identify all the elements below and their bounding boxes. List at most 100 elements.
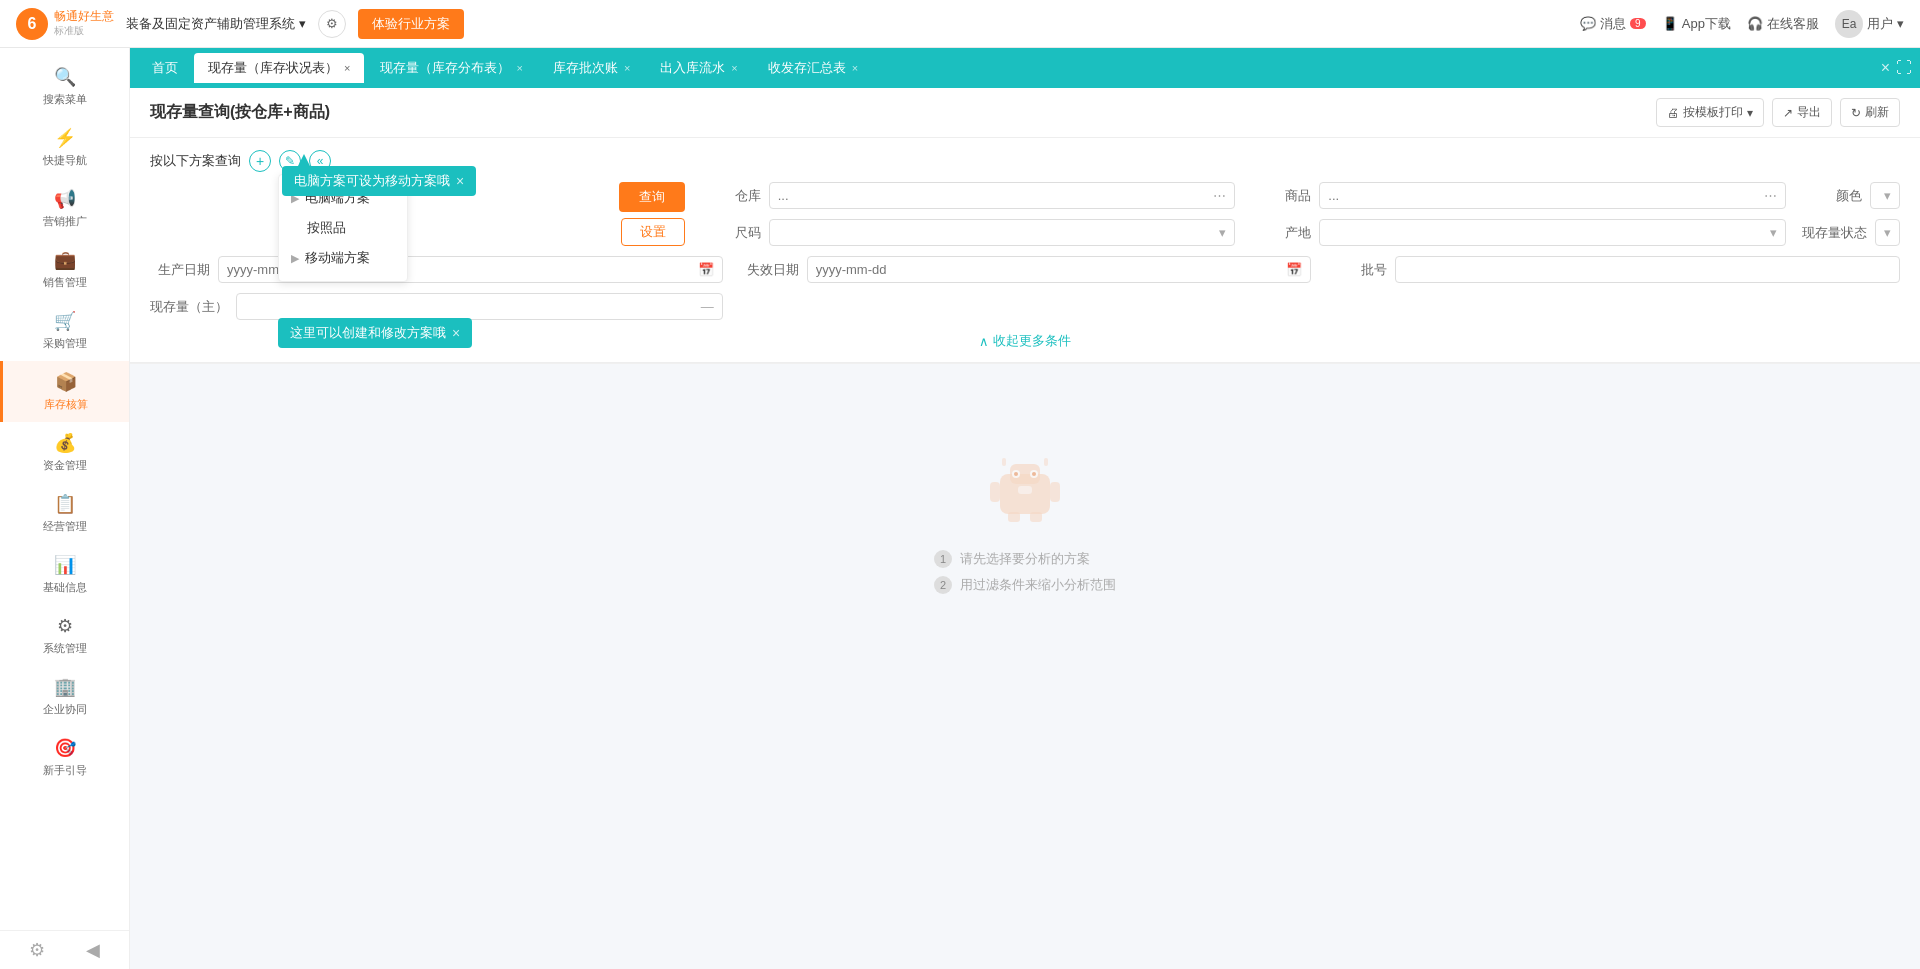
empty-illustration <box>980 444 1070 534</box>
filter-row-qty: 现存量（主） — <box>150 293 1900 320</box>
tab-close-batch-account[interactable]: × <box>624 62 630 74</box>
corp-icon: 🏢 <box>54 676 76 698</box>
sidebar-item-base-info[interactable]: 📊 基础信息 <box>0 544 129 605</box>
system-selector[interactable]: 装备及固定资产辅助管理系统 ▾ <box>126 15 306 33</box>
settings-icon[interactable]: ⚙ <box>318 10 346 38</box>
refresh-button[interactable]: ↻ 刷新 <box>1840 98 1900 127</box>
tab-right-buttons: × ⛶ <box>1881 59 1912 77</box>
sidebar-item-finance[interactable]: 💰 资金管理 <box>0 422 129 483</box>
system-icon: ⚙ <box>57 615 73 637</box>
expire-date-input-wrap[interactable]: 📅 <box>807 256 1312 283</box>
tooltip-close-edit[interactable]: × <box>452 325 460 341</box>
filter-batch-no: 批号 <box>1327 256 1900 283</box>
operation-icon: 📋 <box>54 493 76 515</box>
calendar-icon-expire: 📅 <box>1286 262 1302 277</box>
color-select-wrap[interactable]: ▾ <box>1870 182 1900 209</box>
sidebar-item-purchase[interactable]: 🛒 采购管理 <box>0 300 129 361</box>
size-select-wrap[interactable]: ▾ <box>769 219 1236 246</box>
warehouse-input[interactable] <box>778 188 1210 203</box>
sidebar-item-guide[interactable]: 🎯 新手引导 <box>0 727 129 788</box>
close-all-tabs-button[interactable]: × <box>1881 59 1890 77</box>
tab-recv-summary[interactable]: 收发存汇总表 × <box>754 53 872 83</box>
tab-in-out-flow[interactable]: 出入库流水 × <box>646 53 751 83</box>
tab-home[interactable]: 首页 <box>138 53 192 83</box>
logo: 6 畅通好生意 标准版 <box>16 8 114 40</box>
svg-point-4 <box>1014 472 1018 476</box>
sidebar-item-corp[interactable]: 🏢 企业协同 <box>0 666 129 727</box>
trial-button[interactable]: 体验行业方案 <box>358 9 464 39</box>
expire-date-label: 失效日期 <box>739 261 799 279</box>
filter-goods: 商品 ⋯ <box>1251 182 1786 209</box>
add-scheme-tooltip: 电脑方案可设为移动方案哦 × <box>282 166 476 196</box>
filter-size: 尺码 ▾ <box>701 219 1236 246</box>
sidebar-item-marketing[interactable]: 📢 营销推广 <box>0 178 129 239</box>
tooltip-close-add[interactable]: × <box>456 173 464 189</box>
online-service-button[interactable]: 🎧 在线客服 <box>1747 15 1819 33</box>
sidebar-item-operation[interactable]: 📋 经营管理 <box>0 483 129 544</box>
tab-close-in-out-flow[interactable]: × <box>731 62 737 74</box>
sidebar-item-system[interactable]: ⚙ 系统管理 <box>0 605 129 666</box>
logo-text: 畅通好生意 标准版 <box>54 9 114 39</box>
sidebar-bottom: ⚙ ◀ <box>0 930 129 969</box>
sidebar-menu: 🔍 搜索菜单 ⚡ 快捷导航 📢 营销推广 💼 销售管理 🛒 采购管理 <box>0 48 129 930</box>
user-menu[interactable]: Ea 用户 ▾ <box>1835 10 1904 38</box>
tab-close-recv-summary[interactable]: × <box>852 62 858 74</box>
add-scheme-button[interactable]: + <box>249 150 271 172</box>
tab-inventory-dist[interactable]: 现存量（库存分布表） × <box>366 53 536 83</box>
origin-select-wrap[interactable]: ▾ <box>1319 219 1786 246</box>
size-label: 尺码 <box>701 224 761 242</box>
scheme-tree-item-goods[interactable]: 按照品 <box>279 213 407 243</box>
empty-tip-1: 1 请先选择要分析的方案 <box>934 550 1116 568</box>
sidebar-item-quick-nav[interactable]: ⚡ 快捷导航 <box>0 117 129 178</box>
query-button[interactable]: 查询 <box>619 182 685 212</box>
sidebar-item-inventory[interactable]: 📦 库存核算 <box>0 361 129 422</box>
warehouse-input-wrap[interactable]: ⋯ <box>769 182 1236 209</box>
color-label: 颜色 <box>1802 187 1862 205</box>
chevron-down-icon: ▾ <box>299 16 306 31</box>
goods-input-wrap[interactable]: ⋯ <box>1319 182 1786 209</box>
app-download-button[interactable]: 📱 App下载 <box>1662 15 1731 33</box>
svg-rect-12 <box>1044 458 1048 466</box>
batch-no-input[interactable] <box>1395 256 1900 283</box>
export-button[interactable]: ↗ 导出 <box>1772 98 1832 127</box>
svg-rect-10 <box>1030 512 1042 522</box>
message-icon: 💬 <box>1580 16 1596 31</box>
search-icon: 🔍 <box>54 66 76 88</box>
maximize-button[interactable]: ⛶ <box>1896 59 1912 77</box>
empty-state: 1 请先选择要分析的方案 2 用过滤条件来缩小分析范围 <box>130 364 1920 674</box>
avatar: Ea <box>1835 10 1863 38</box>
empty-tip-2: 2 用过滤条件来缩小分析范围 <box>934 576 1116 594</box>
sidebar-item-search-menu[interactable]: 🔍 搜索菜单 <box>0 56 129 117</box>
current-qty-label: 现存量（主） <box>150 298 228 316</box>
tab-inventory-status[interactable]: 现存量（库存状况表） × <box>194 53 364 83</box>
current-qty-input[interactable] <box>245 299 697 314</box>
megaphone-icon: 📢 <box>54 188 76 210</box>
expire-date-input[interactable] <box>816 262 1283 277</box>
tab-batch-account[interactable]: 库存批次账 × <box>539 53 644 83</box>
messages-button[interactable]: 💬 消息 9 <box>1580 15 1646 33</box>
sidebar-item-sales[interactable]: 💼 销售管理 <box>0 239 129 300</box>
tab-close-inventory-status[interactable]: × <box>344 62 350 74</box>
current-qty-input-wrap[interactable]: — <box>236 293 723 320</box>
chevron-down-icon: ▾ <box>1897 16 1904 31</box>
search-area: 按以下方案查询 + ✎ « 电脑方案可设为移动方案哦 × ▶ <box>130 138 1920 363</box>
sales-icon: 💼 <box>54 249 76 271</box>
svg-rect-7 <box>990 482 1000 502</box>
page-content: 现存量查询(按仓库+商品) 🖨 按模板打印 ▾ ↗ 导出 ↻ <box>130 88 1920 969</box>
print-template-button[interactable]: 🖨 按模板打印 ▾ <box>1656 98 1764 127</box>
reset-button[interactable]: 设置 <box>621 218 685 246</box>
origin-label: 产地 <box>1251 224 1311 242</box>
goods-input[interactable] <box>1328 188 1760 203</box>
filter-warehouse: 仓库 ⋯ <box>701 182 1236 209</box>
svg-point-5 <box>1032 472 1036 476</box>
inventory-status-select-wrap[interactable]: ▾ <box>1875 219 1900 246</box>
tab-close-inventory-dist[interactable]: × <box>516 62 522 74</box>
sidebar-settings-button[interactable]: ⚙ <box>29 939 45 961</box>
chevron-up-icon: ∧ <box>979 334 989 349</box>
base-info-icon: 📊 <box>54 554 76 576</box>
batch-no-label: 批号 <box>1327 261 1387 279</box>
scheme-tree-item-mobile[interactable]: ▶ 移动端方案 <box>279 243 407 273</box>
service-icon: 🎧 <box>1747 16 1763 31</box>
page-actions: 🖨 按模板打印 ▾ ↗ 导出 ↻ 刷新 <box>1656 98 1900 127</box>
sidebar-collapse-button[interactable]: ◀ <box>86 939 100 961</box>
